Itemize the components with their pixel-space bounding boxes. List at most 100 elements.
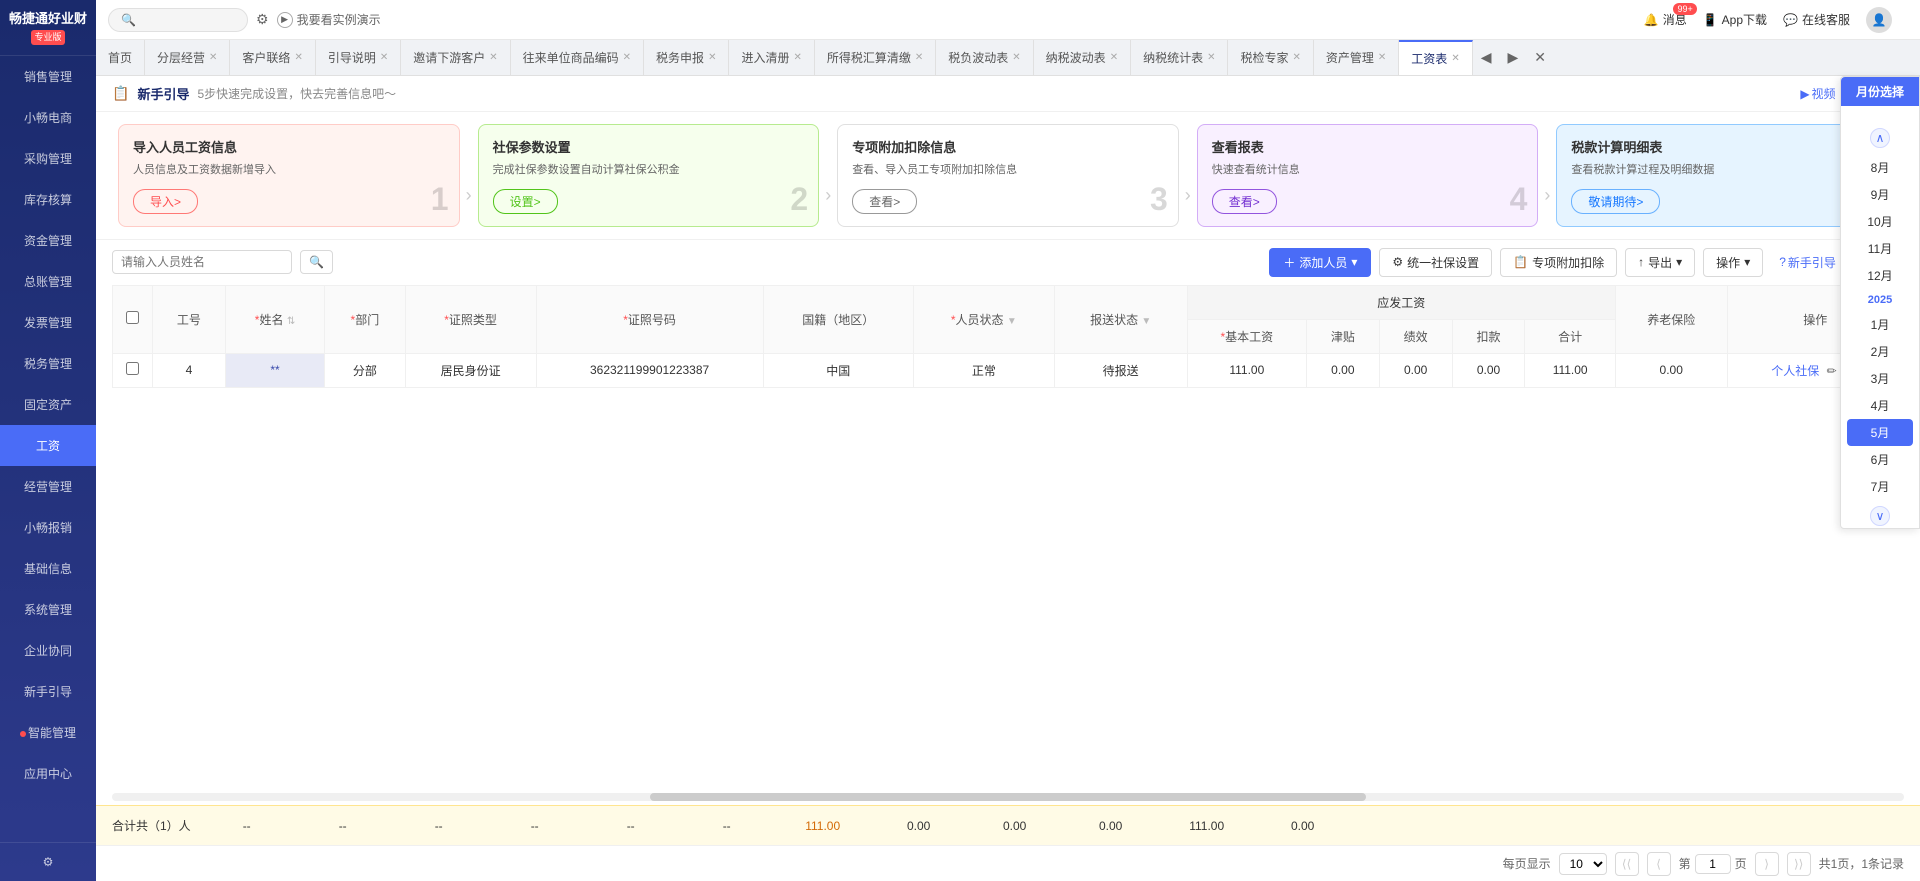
sidebar-settings[interactable]: ⚙ — [0, 842, 96, 881]
tab-customer[interactable]: 客户联络✕ — [230, 40, 315, 76]
social-insurance-btn[interactable]: ⚙ 统一社保设置 — [1379, 248, 1492, 277]
tab-income-tax[interactable]: 所得税汇算清缴✕ — [815, 40, 936, 76]
sidebar-item-assets[interactable]: 固定资产 — [0, 384, 96, 425]
topbar-search-box[interactable]: 🔍 — [108, 8, 248, 32]
month-item-9[interactable]: 9月 — [1847, 181, 1913, 208]
month-item-7[interactable]: 7月 — [1847, 473, 1913, 500]
month-item-10[interactable]: 10月 — [1847, 208, 1913, 235]
month-prev-btn[interactable]: ∧ — [1870, 128, 1890, 148]
month-item-11[interactable]: 11月 — [1847, 235, 1913, 262]
sidebar-item-apps[interactable]: 应用中心 — [0, 753, 96, 794]
sidebar-item-basic-info[interactable]: 基础信息 — [0, 548, 96, 589]
month-item-2[interactable]: 2月 — [1847, 338, 1913, 365]
tab-nav-close-all[interactable]: ✕ — [1526, 49, 1554, 66]
staff-search-input[interactable] — [112, 250, 292, 274]
personal-insurance-link[interactable]: 个人社保 — [1771, 364, 1819, 378]
tab-tax-stats[interactable]: 纳税统计表✕ — [1131, 40, 1228, 76]
close-tab-clear[interactable]: ✕ — [793, 52, 801, 63]
add-staff-btn[interactable]: ＋ 添加人员 ▾ — [1269, 248, 1371, 277]
per-page-select[interactable]: 10 20 50 — [1559, 853, 1607, 875]
sidebar-item-sales[interactable]: 销售管理 — [0, 56, 96, 97]
settings-gear-icon[interactable]: ⚙ — [256, 11, 269, 28]
step-2-btn[interactable]: 设置> — [493, 189, 558, 214]
sidebar-item-tax[interactable]: 税务管理 — [0, 343, 96, 384]
month-item-5[interactable]: 5月 — [1847, 419, 1913, 446]
month-next-btn[interactable]: ∨ — [1870, 506, 1890, 526]
sidebar-item-expense[interactable]: 小畅报销 — [0, 507, 96, 548]
table-scroll-thumb[interactable] — [650, 793, 1367, 801]
report-filter-icon[interactable]: ▼ — [1141, 316, 1151, 327]
month-item-3[interactable]: 3月 — [1847, 365, 1913, 392]
close-tab-income[interactable]: ✕ — [915, 52, 923, 63]
tab-payroll[interactable]: 工资表✕ — [1399, 40, 1472, 76]
tab-nav-prev[interactable]: ◀ — [1473, 49, 1500, 66]
step-4-btn[interactable]: 查看> — [1212, 189, 1277, 214]
close-tab-expert[interactable]: ✕ — [1293, 52, 1301, 63]
demo-link[interactable]: ▶ 我要看实例演示 — [277, 11, 381, 28]
name-sort-icon[interactable]: ⇅ — [287, 316, 295, 327]
online-service-btn[interactable]: 💬 在线客服 — [1783, 11, 1850, 28]
close-tab-assets[interactable]: ✕ — [1378, 52, 1386, 63]
status-filter-icon[interactable]: ▼ — [1007, 316, 1017, 327]
sidebar-item-inventory[interactable]: 库存核算 — [0, 179, 96, 220]
tab-guide[interactable]: 引导说明✕ — [316, 40, 401, 76]
last-page-btn[interactable]: ⟩⟩ — [1787, 852, 1811, 876]
sidebar-item-collab[interactable]: 企业协同 — [0, 630, 96, 671]
edit-icon[interactable]: ✏ — [1827, 364, 1837, 378]
special-deduction-btn[interactable]: 📋 专项附加扣除 — [1500, 248, 1617, 277]
month-item-8[interactable]: 8月 — [1847, 154, 1913, 181]
close-tab-customer[interactable]: ✕ — [294, 52, 302, 63]
step-1-btn[interactable]: 导入> — [133, 189, 198, 214]
sidebar-item-guide[interactable]: 新手引导 — [0, 671, 96, 712]
close-tab-guide[interactable]: ✕ — [380, 52, 388, 63]
month-item-4[interactable]: 4月 — [1847, 392, 1913, 419]
tab-tax-wave[interactable]: 纳税波动表✕ — [1034, 40, 1131, 76]
first-page-btn[interactable]: ⟨⟨ — [1615, 852, 1639, 876]
close-tab-burden[interactable]: ✕ — [1012, 52, 1020, 63]
month-item-12[interactable]: 12月 — [1847, 262, 1913, 289]
sidebar-item-operations[interactable]: 经营管理 — [0, 466, 96, 507]
tab-nav-next[interactable]: ▶ — [1499, 49, 1526, 66]
sidebar-item-smart[interactable]: 智能管理 — [0, 712, 96, 753]
close-tab-invite[interactable]: ✕ — [489, 52, 497, 63]
month-item-1[interactable]: 1月 — [1847, 311, 1913, 338]
operations-btn[interactable]: 操作 ▾ — [1703, 248, 1763, 277]
month-item-6[interactable]: 6月 — [1847, 446, 1913, 473]
next-page-btn[interactable]: ⟩ — [1755, 852, 1779, 876]
tab-tax-report[interactable]: 税务申报✕ — [644, 40, 729, 76]
table-scroll-track[interactable] — [112, 793, 1904, 801]
close-tab-products[interactable]: ✕ — [623, 52, 631, 63]
sidebar-item-system[interactable]: 系统管理 — [0, 589, 96, 630]
page-input[interactable] — [1695, 854, 1731, 874]
guide-btn[interactable]: ? 新手引导 — [1771, 249, 1844, 276]
search-btn[interactable]: 🔍 — [300, 250, 333, 274]
prev-page-btn[interactable]: ⟨ — [1647, 852, 1671, 876]
sidebar-item-finance[interactable]: 资金管理 — [0, 220, 96, 261]
tab-products[interactable]: 往来单位商品编码✕ — [511, 40, 644, 76]
row-checkbox[interactable] — [126, 362, 139, 375]
tab-tax-burden[interactable]: 税负波动表✕ — [936, 40, 1033, 76]
sidebar-item-payroll[interactable]: 工资 — [0, 425, 96, 466]
close-tab-tier[interactable]: ✕ — [209, 52, 217, 63]
close-tab-tax[interactable]: ✕ — [708, 52, 716, 63]
tab-home[interactable]: 首页 — [96, 40, 145, 76]
close-tab-wave[interactable]: ✕ — [1110, 52, 1118, 63]
select-all-checkbox[interactable] — [126, 311, 139, 324]
guide-video-link[interactable]: ▶ 视频 — [1800, 85, 1835, 102]
sidebar-item-purchase[interactable]: 采购管理 — [0, 138, 96, 179]
step-5-btn[interactable]: 敬请期待> — [1571, 189, 1660, 214]
app-download-btn[interactable]: 📱 App下载 — [1703, 11, 1767, 28]
notification-btn[interactable]: 🔔 消息 99+ — [1644, 11, 1687, 28]
close-tab-payroll[interactable]: ✕ — [1451, 53, 1459, 64]
sidebar-item-invoice[interactable]: 发票管理 — [0, 302, 96, 343]
tab-clear[interactable]: 进入清册✕ — [729, 40, 814, 76]
tab-tier[interactable]: 分层经营✕ — [145, 40, 230, 76]
tab-invite[interactable]: 邀请下游客户✕ — [401, 40, 510, 76]
tab-tax-expert[interactable]: 税检专家✕ — [1228, 40, 1313, 76]
sidebar-item-ecom[interactable]: 小畅电商 — [0, 97, 96, 138]
close-tab-stats[interactable]: ✕ — [1207, 52, 1215, 63]
sidebar-item-ledger[interactable]: 总账管理 — [0, 261, 96, 302]
step-3-btn[interactable]: 查看> — [852, 189, 917, 214]
user-avatar[interactable]: 👤 — [1866, 7, 1892, 33]
export-btn[interactable]: ↑ 导出 ▾ — [1625, 248, 1695, 277]
